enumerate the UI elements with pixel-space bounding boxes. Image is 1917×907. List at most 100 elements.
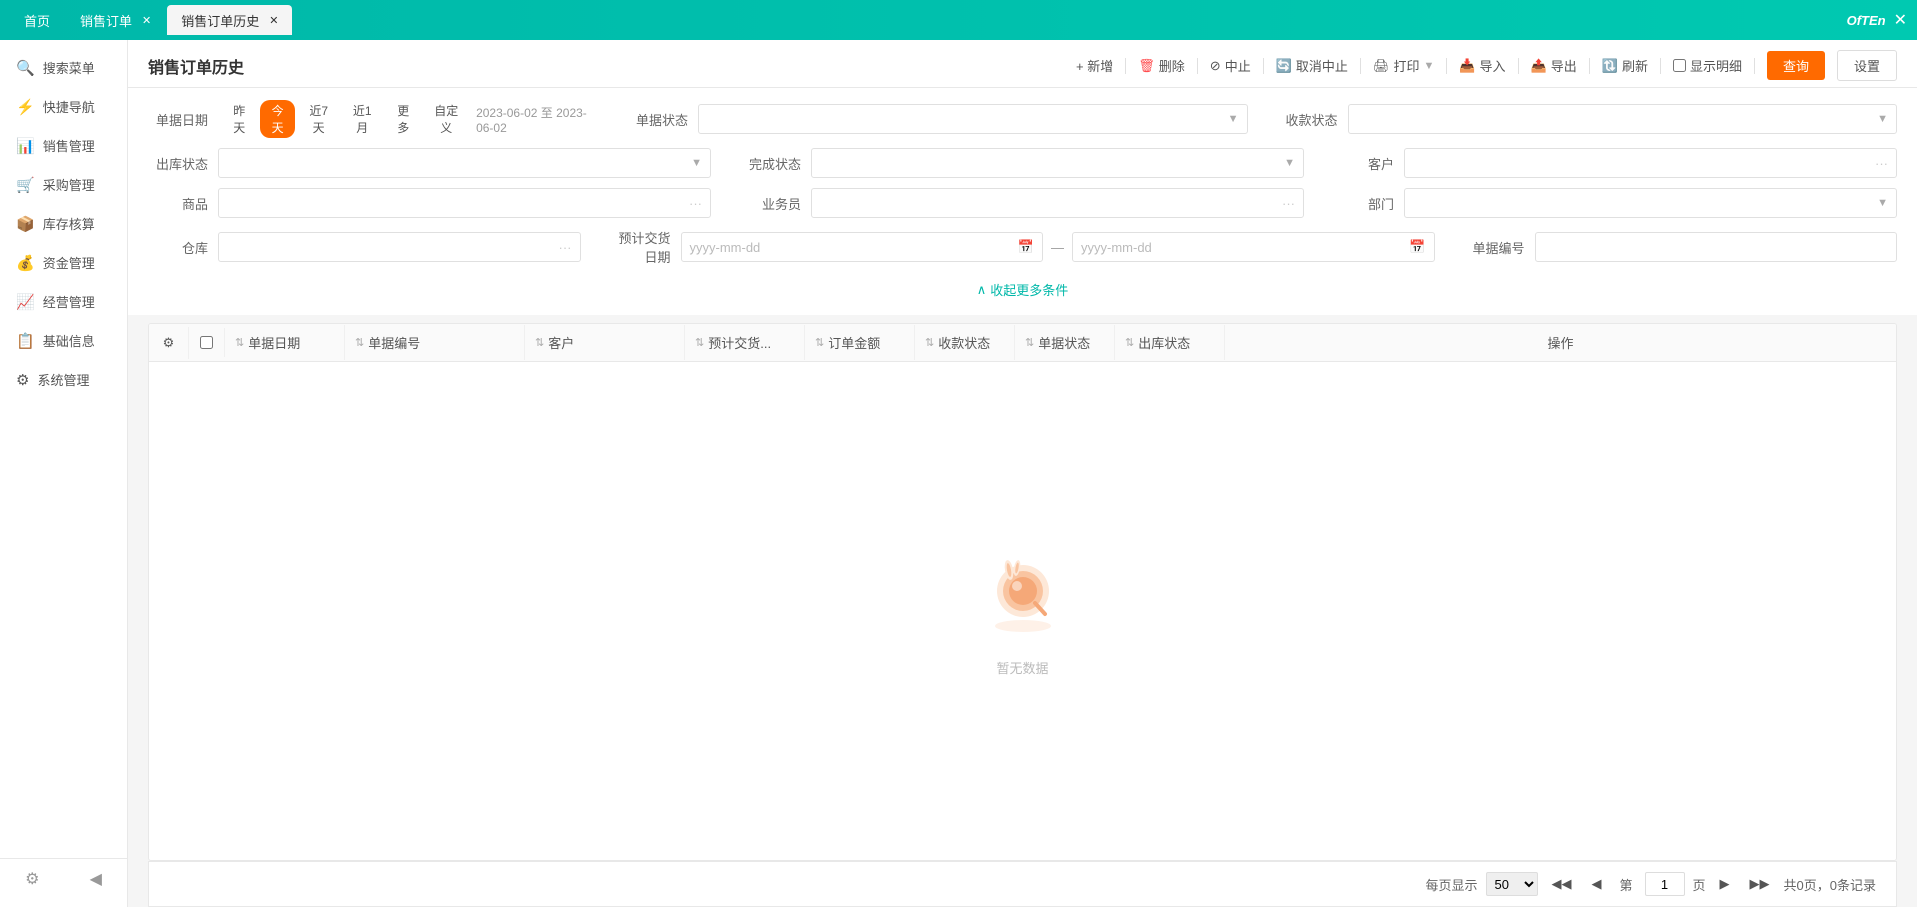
complete-status-label: 完成状态 <box>741 154 811 173</box>
warehouse-input[interactable]: ··· <box>218 232 581 262</box>
bill-no-input[interactable] <box>1535 232 1898 262</box>
per-page-select[interactable]: 50 10 20 100 <box>1486 872 1538 896</box>
tab-sales-order-close[interactable]: ✕ <box>142 14 151 27</box>
sidebar-item-quick-nav[interactable]: ⚡ 快捷导航 <box>0 87 127 126</box>
export-button[interactable]: 📤 导出 <box>1531 56 1577 75</box>
sidebar-item-basic-info[interactable]: 📋 基础信息 <box>0 321 127 360</box>
topbar-close-icon[interactable]: ✕ <box>1894 10 1907 30</box>
sidebar-item-business[interactable]: 📈 经营管理 <box>0 282 127 321</box>
content: 销售订单历史 + 新增 🗑 删除 ⊘ 中止 🔄 取消中止 <box>128 40 1917 907</box>
date-btn-yesterday[interactable]: 昨天 <box>222 100 256 138</box>
bill-status-label: 单据状态 <box>628 110 698 129</box>
goods-input[interactable]: ··· <box>218 188 711 218</box>
date-btn-more[interactable]: 更多 <box>386 100 420 138</box>
th-bill-no[interactable]: ⇅ 单据编号 <box>345 325 525 360</box>
dept-select[interactable]: ▼ <box>1404 188 1897 218</box>
stop-button[interactable]: ⊘ 中止 <box>1210 56 1251 75</box>
tab-sales-history-close[interactable]: ✕ <box>269 14 278 27</box>
next-page-btn[interactable]: ▶ <box>1714 873 1736 895</box>
payment-status-chevron: ▼ <box>1877 113 1888 125</box>
th-amount[interactable]: ⇅ 订单金额 <box>805 325 915 360</box>
refresh-button[interactable]: 🔃 刷新 <box>1602 56 1648 75</box>
sort-icon-bill-no: ⇅ <box>355 336 364 349</box>
delivery-date-start[interactable]: yyyy-mm-dd 📅 <box>681 232 1044 262</box>
empty-text: 暂无数据 <box>996 658 1048 677</box>
sort-icon-payment: ⇅ <box>925 336 934 349</box>
sidebar-label-inventory: 库存核算 <box>43 214 95 233</box>
tab-home[interactable]: 首页 <box>10 5 64 35</box>
sort-icon-out-status: ⇅ <box>1125 336 1134 349</box>
sidebar-item-system[interactable]: ⚙ 系统管理 <box>0 360 127 399</box>
page-header: 销售订单历史 + 新增 🗑 删除 ⊘ 中止 🔄 取消中止 <box>128 40 1917 88</box>
refresh-label: 刷新 <box>1622 56 1648 75</box>
th-payment[interactable]: ⇅ 收款状态 <box>915 325 1015 360</box>
date-btn-1month[interactable]: 近1月 <box>342 100 382 138</box>
payment-status-select[interactable]: ▼ <box>1348 104 1898 134</box>
sidebar-label-business: 经营管理 <box>43 292 95 311</box>
date-btn-today[interactable]: 今天 <box>260 100 294 138</box>
print-button[interactable]: 🖨 打印 ▼ <box>1373 56 1434 75</box>
cancel-stop-button[interactable]: 🔄 取消中止 <box>1276 56 1348 75</box>
delivery-date-end[interactable]: yyyy-mm-dd 📅 <box>1072 232 1435 262</box>
customer-input[interactable]: ··· <box>1404 148 1897 178</box>
th-bill-status[interactable]: ⇅ 单据状态 <box>1015 325 1115 360</box>
sidebar-label-finance: 资金管理 <box>43 253 95 272</box>
prev-page-btn[interactable]: ◀ <box>1586 873 1608 895</box>
settings-button[interactable]: 设置 <box>1837 50 1897 81</box>
per-page-label: 每页显示 <box>1425 875 1477 894</box>
import-button[interactable]: 📥 导入 <box>1459 56 1505 75</box>
cancel-stop-icon: 🔄 <box>1276 58 1292 74</box>
delete-button[interactable]: 🗑 删除 <box>1138 56 1185 75</box>
out-status-select[interactable]: ▼ <box>218 148 711 178</box>
collapse-row[interactable]: ∧ 收起更多条件 <box>148 276 1897 303</box>
cancel-stop-label: 取消中止 <box>1296 56 1348 75</box>
sort-icon-customer: ⇅ <box>535 336 544 349</box>
add-button[interactable]: + 新增 <box>1076 56 1113 75</box>
dept-label: 部门 <box>1334 194 1404 213</box>
tab-home-label: 首页 <box>24 11 50 30</box>
sidebar-item-finance[interactable]: 💰 资金管理 <box>0 243 127 282</box>
pagination-bar: 每页显示 50 10 20 100 ◀◀ ◀ 第 页 ▶ ▶▶ 共0页，0条记录 <box>148 861 1897 907</box>
date-btn-custom[interactable]: 自定义 <box>424 100 468 138</box>
sidebar-settings-icon[interactable]: ⚙ <box>25 869 39 889</box>
sidebar-item-inventory[interactable]: 📦 库存核算 <box>0 204 127 243</box>
th-settings[interactable]: ⚙ <box>149 327 189 359</box>
page-number-input[interactable] <box>1645 872 1685 896</box>
show-details-checkbox[interactable]: 显示明细 <box>1673 56 1742 75</box>
calendar-icon-end: 📅 <box>1409 239 1425 255</box>
th-checkbox[interactable] <box>189 328 225 357</box>
th-amount-label: 订单金额 <box>828 333 880 352</box>
print-chevron-icon: ▼ <box>1423 60 1434 72</box>
sidebar-item-search-menu[interactable]: 🔍 搜索菜单 <box>0 48 127 87</box>
payment-status-label: 收款状态 <box>1278 110 1348 129</box>
import-label: 导入 <box>1480 56 1506 75</box>
export-icon: 📤 <box>1531 58 1547 74</box>
complete-status-chevron: ▼ <box>1284 157 1295 169</box>
tab-sales-order[interactable]: 销售订单 ✕ <box>66 5 165 35</box>
th-bill-no-label: 单据编号 <box>368 333 420 352</box>
last-page-btn[interactable]: ▶▶ <box>1744 873 1776 895</box>
warehouse-label: 仓库 <box>148 238 218 257</box>
out-status-chevron: ▼ <box>691 157 702 169</box>
query-button[interactable]: 查询 <box>1767 51 1825 80</box>
select-all-checkbox[interactable] <box>200 336 213 349</box>
salesperson-input[interactable]: ··· <box>811 188 1304 218</box>
th-customer[interactable]: ⇅ 客户 <box>525 325 685 360</box>
settings-gear-icon: ⚙ <box>163 335 175 351</box>
sidebar-label-system: 系统管理 <box>37 370 89 389</box>
bill-status-select[interactable]: ▼ <box>698 104 1248 134</box>
th-date[interactable]: ⇅ 单据日期 <box>225 325 345 360</box>
first-page-btn[interactable]: ◀◀ <box>1546 873 1578 895</box>
show-details-input[interactable] <box>1673 59 1686 72</box>
date-btn-7days[interactable]: 近7天 <box>299 100 339 138</box>
tab-sales-history[interactable]: 销售订单历史 ✕ <box>167 5 292 35</box>
complete-status-select[interactable]: ▼ <box>811 148 1304 178</box>
th-out-status[interactable]: ⇅ 出库状态 <box>1115 325 1225 360</box>
th-date-label: 单据日期 <box>248 333 300 352</box>
sidebar-item-purchase-mgmt[interactable]: 🛒 采购管理 <box>0 165 127 204</box>
th-out-status-label: 出库状态 <box>1138 333 1190 352</box>
total-text: 共0页，0条记录 <box>1784 875 1876 894</box>
th-delivery[interactable]: ⇅ 预计交货... <box>685 325 805 360</box>
sidebar-collapse-icon[interactable]: ◀ <box>90 869 102 889</box>
sidebar-item-sales-mgmt[interactable]: 📊 销售管理 <box>0 126 127 165</box>
